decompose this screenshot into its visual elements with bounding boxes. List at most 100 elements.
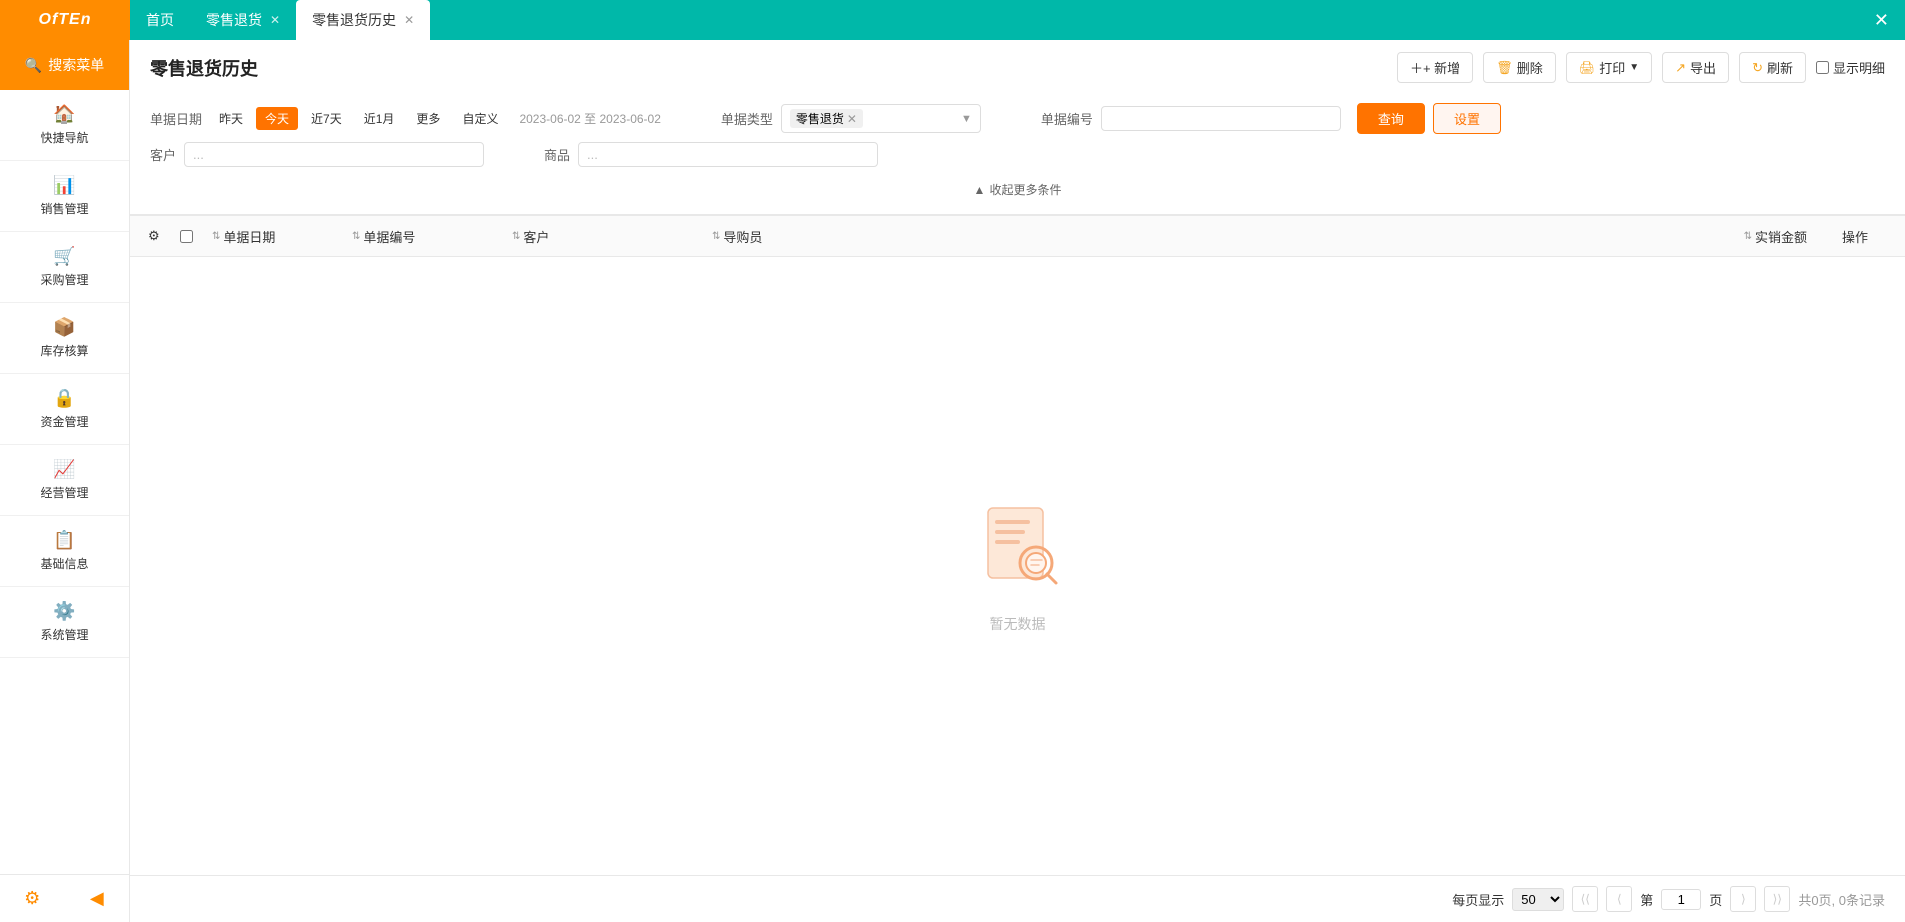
sort-icon-date: ⇅ [212, 231, 220, 242]
sidebar-item-purchase[interactable]: 🛒 采购管理 [0, 232, 129, 303]
table-container: ⚙ ⇅ 单据日期 ⇅ 单据编号 ⇅ 客户 ⇅ [130, 215, 1905, 922]
filter-number-group: 单据编号 查询 设置 [1041, 103, 1501, 134]
sidebar-collapse-btn[interactable]: ◀ [65, 875, 130, 922]
page-header: 零售退货历史 ＋ + 新增 🗑 删除 🖨 打印 ▼ [130, 40, 1905, 215]
date-btn-7days[interactable]: 近7天 [302, 107, 351, 130]
type-select-arrow: ▼ [961, 113, 972, 125]
main-layout: 🔍 搜索菜单 🏠 快捷导航 📊 销售管理 🛒 采购管理 📦 库存核算 🔒 资金管… [0, 40, 1905, 922]
pagination: 每页显示 50 20 100 ⟨⟨ ⟨ 第 页 ⟩ ⟩⟩ 共0页, 0条记录 [130, 875, 1905, 922]
sales-icon: 📊 [53, 175, 75, 196]
goods-filter-label: 商品 [544, 145, 570, 164]
date-btn-more[interactable]: 更多 [407, 107, 449, 130]
goods-filter-input[interactable]: ... [578, 142, 878, 167]
finance-icon: 🔒 [53, 388, 75, 409]
sidebar-search[interactable]: 🔍 搜索菜单 [0, 40, 129, 90]
toolbar: ＋ + 新增 🗑 删除 🖨 打印 ▼ ↗ 导出 [1397, 52, 1885, 83]
table-col-date[interactable]: ⇅ 单据日期 [204, 227, 344, 246]
search-icon: 🔍 [25, 57, 42, 74]
page-label: 页 [1709, 890, 1722, 909]
sidebar-item-basic-info[interactable]: 📋 基础信息 [0, 516, 129, 587]
customer-filter-input[interactable]: ... [184, 142, 484, 167]
type-tag-remove[interactable]: ✕ [847, 112, 857, 126]
refresh-button[interactable]: ↻ 刷新 [1739, 52, 1806, 83]
date-range-display: 2023-06-02 至 2023-06-02 [519, 110, 660, 127]
sidebar-item-finance[interactable]: 🔒 资金管理 [0, 374, 129, 445]
table-col-amount[interactable]: ⇅ 实销金额 [1695, 227, 1815, 246]
collapse-icon: ◀ [90, 888, 104, 909]
settings-filter-button[interactable]: 设置 [1433, 103, 1501, 134]
last-page-btn[interactable]: ⟩⟩ [1764, 886, 1790, 912]
table-col-number[interactable]: ⇅ 单据编号 [344, 227, 504, 246]
filter-goods-group: 商品 ... [544, 142, 878, 167]
query-button[interactable]: 查询 [1357, 103, 1425, 134]
top-bar: OfTEn 首页 零售退货 ✕ 零售退货历史 ✕ ✕ [0, 0, 1905, 40]
empty-state: 暂无数据 [130, 257, 1905, 875]
basic-info-icon: 📋 [53, 530, 75, 551]
sidebar-item-inventory[interactable]: 📦 库存核算 [0, 303, 129, 374]
filter-type-group: 单据类型 零售退货 ✕ ▼ [721, 104, 981, 133]
purchase-icon: 🛒 [53, 246, 75, 267]
sidebar-bottom: ⚙ ◀ [0, 874, 129, 922]
page-chapter-label: 第 [1640, 890, 1653, 909]
table-col-settings[interactable]: ⚙ [140, 228, 172, 244]
number-filter-input[interactable] [1101, 106, 1341, 131]
sort-icon-guide: ⇅ [712, 231, 720, 242]
new-button[interactable]: ＋ + 新增 [1397, 52, 1473, 83]
collapse-btn[interactable]: ▲ 收起更多条件 [964, 179, 1072, 200]
prev-page-btn[interactable]: ⟨ [1606, 886, 1632, 912]
sidebar-item-system[interactable]: ⚙️ 系统管理 [0, 587, 129, 658]
delete-icon: 🗑 [1496, 60, 1513, 76]
table-col-checkbox[interactable] [172, 230, 204, 243]
table-col-guide[interactable]: ⇅ 导购员 [704, 227, 824, 246]
system-icon: ⚙️ [53, 601, 75, 622]
print-button[interactable]: 🖨 打印 ▼ [1566, 52, 1652, 83]
sidebar: 🔍 搜索菜单 🏠 快捷导航 📊 销售管理 🛒 采购管理 📦 库存核算 🔒 资金管… [0, 40, 130, 922]
customer-filter-label: 客户 [150, 145, 176, 164]
page-number-input[interactable] [1661, 889, 1701, 910]
close-tab-history[interactable]: ✕ [404, 13, 414, 27]
brand-logo: OfTEn [39, 11, 92, 29]
content-area: 零售退货历史 ＋ + 新增 🗑 删除 🖨 打印 ▼ [130, 40, 1905, 922]
date-buttons: 昨天 今天 近7天 近1月 更多 自定义 [210, 107, 507, 130]
date-btn-custom[interactable]: 自定义 [453, 107, 507, 130]
tab-retail-return-history[interactable]: 零售退货历史 ✕ [296, 0, 430, 40]
show-detail-checkbox[interactable] [1816, 61, 1829, 74]
gear-icon: ⚙ [148, 228, 160, 244]
date-btn-1month[interactable]: 近1月 [355, 107, 404, 130]
type-filter-select[interactable]: 零售退货 ✕ ▼ [781, 104, 981, 133]
collapse-row: ▲ 收起更多条件 [150, 175, 1885, 204]
next-page-btn[interactable]: ⟩ [1730, 886, 1756, 912]
filter-area: 单据日期 昨天 今天 近7天 近1月 更多 自定义 2023-06-02 至 2… [150, 93, 1885, 214]
table-col-customer[interactable]: ⇅ 客户 [504, 227, 704, 246]
settings-icon: ⚙ [24, 888, 40, 909]
page-size-select[interactable]: 50 20 100 [1512, 888, 1564, 911]
page-size-label: 每页显示 [1452, 890, 1504, 909]
delete-button[interactable]: 🗑 删除 [1483, 52, 1556, 83]
page-title-row: 零售退货历史 ＋ + 新增 🗑 删除 🖨 打印 ▼ [150, 52, 1885, 83]
tab-retail-return[interactable]: 零售退货 ✕ [190, 0, 296, 40]
close-tab-retail-return[interactable]: ✕ [270, 13, 280, 27]
window-close-btn[interactable]: ✕ [1874, 10, 1889, 31]
sidebar-item-operations[interactable]: 📈 经营管理 [0, 445, 129, 516]
select-all-checkbox[interactable] [180, 230, 193, 243]
table-col-action: 操作 [1815, 227, 1895, 246]
date-filter-label: 单据日期 [150, 109, 202, 128]
export-icon: ↗ [1675, 60, 1686, 76]
sidebar-settings-btn[interactable]: ⚙ [0, 875, 65, 922]
first-page-btn[interactable]: ⟨⟨ [1572, 886, 1598, 912]
type-filter-label: 单据类型 [721, 109, 773, 128]
total-info: 共0页, 0条记录 [1798, 890, 1885, 909]
sidebar-item-quick-nav[interactable]: 🏠 快捷导航 [0, 90, 129, 161]
collapse-up-icon: ▲ [974, 183, 986, 197]
date-btn-today[interactable]: 今天 [256, 107, 298, 130]
refresh-icon: ↻ [1752, 60, 1763, 76]
table-header: ⚙ ⇅ 单据日期 ⇅ 单据编号 ⇅ 客户 ⇅ [130, 215, 1905, 257]
tab-home[interactable]: 首页 [130, 0, 190, 40]
empty-illustration [968, 498, 1068, 598]
sidebar-item-sales[interactable]: 📊 销售管理 [0, 161, 129, 232]
sort-icon-number: ⇅ [352, 231, 360, 242]
operations-icon: 📈 [53, 459, 75, 480]
sort-icon-customer: ⇅ [512, 231, 520, 242]
export-button[interactable]: ↗ 导出 [1662, 52, 1729, 83]
date-btn-yesterday[interactable]: 昨天 [210, 107, 252, 130]
